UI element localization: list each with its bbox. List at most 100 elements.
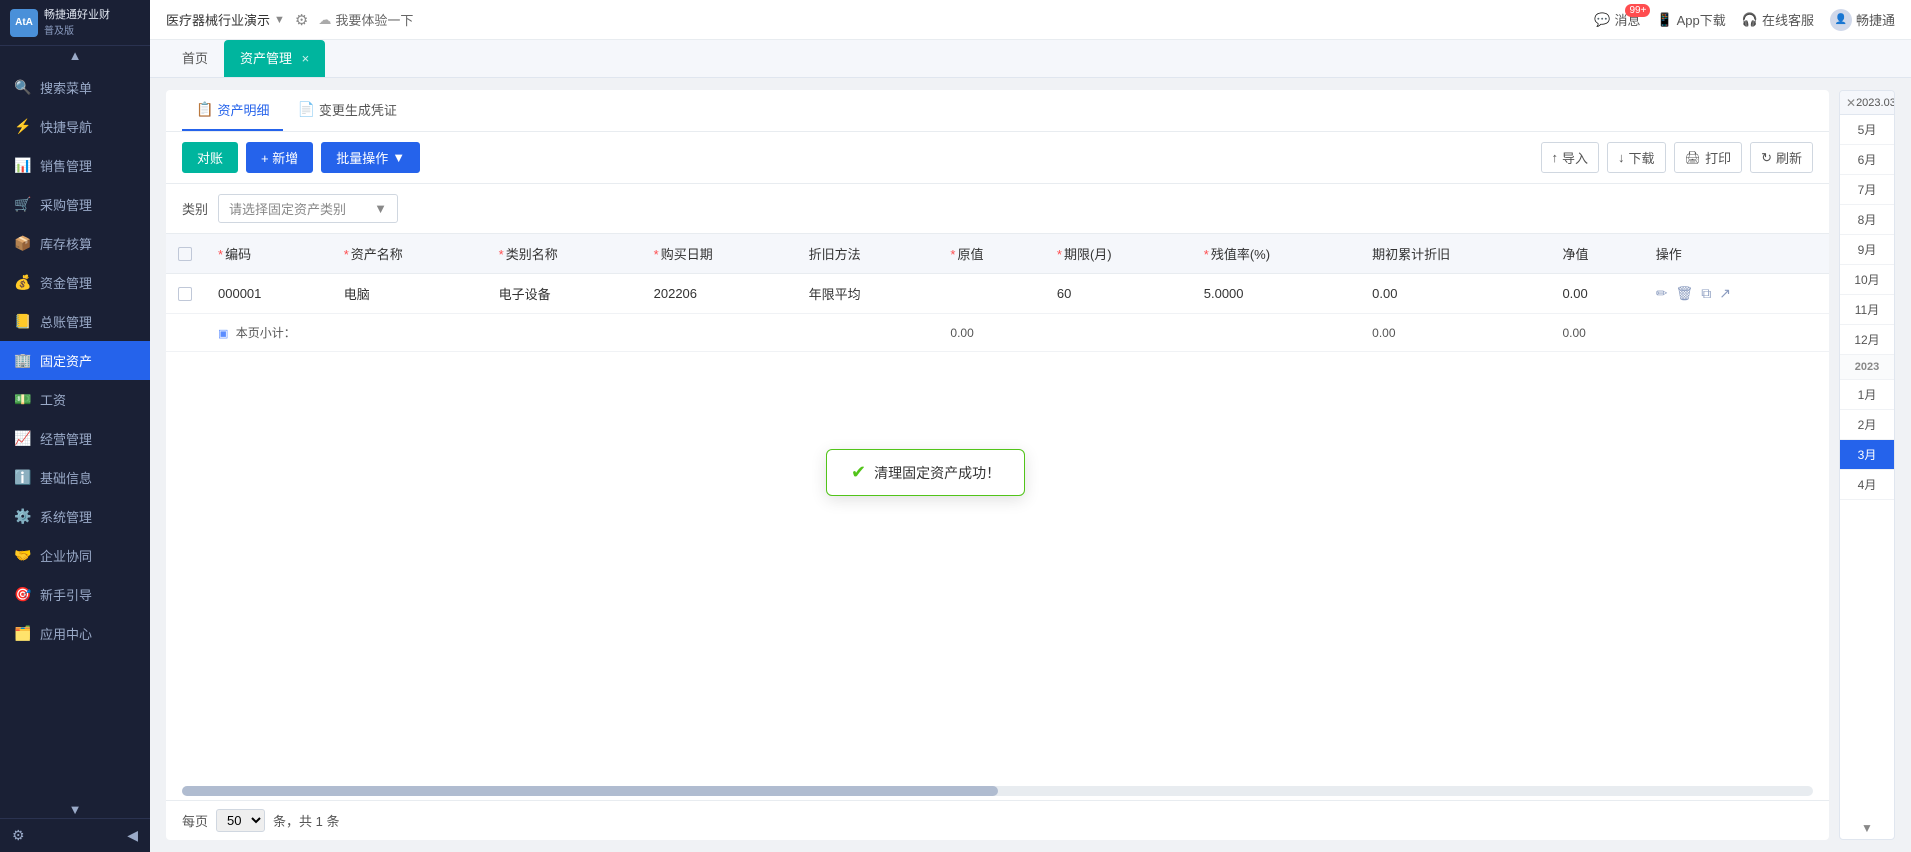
more-icon[interactable]: ↗ bbox=[1719, 285, 1731, 302]
import-button[interactable]: ↑ 导入 bbox=[1541, 142, 1600, 173]
online-service-btn[interactable]: 🎧 在线客服 bbox=[1742, 10, 1814, 29]
col-initial-dep: 期初累计折旧 bbox=[1360, 234, 1550, 274]
sidebar-scroll-up[interactable]: ▲ bbox=[0, 46, 150, 64]
sidebar-label-purchase: 采购管理 bbox=[40, 195, 92, 214]
tab-assets-close[interactable]: × bbox=[302, 51, 310, 66]
cal-item-5月[interactable]: 5月 bbox=[1840, 115, 1894, 145]
cal-item-6月[interactable]: 6月 bbox=[1840, 145, 1894, 175]
sidebar-item-basic-info[interactable]: ℹ️基础信息 bbox=[0, 458, 150, 497]
table-scrollbar-thumb[interactable] bbox=[182, 786, 998, 796]
filter-row: 类别 请选择固定资产类别 ▼ bbox=[166, 184, 1829, 234]
cal-item-3月[interactable]: 3月 bbox=[1840, 440, 1894, 470]
edit-icon[interactable]: ✏ bbox=[1656, 285, 1668, 302]
pagination: 每页 50 条，共 1 条 bbox=[166, 800, 1829, 840]
table-scrollbar[interactable] bbox=[182, 786, 1813, 796]
sub-tab-detail[interactable]: 📋 资产明细 bbox=[182, 90, 283, 131]
sidebar-item-quick-nav[interactable]: ⚡快捷导航 bbox=[0, 107, 150, 146]
sidebar-item-search[interactable]: 🔍搜索菜单 bbox=[0, 68, 150, 107]
sidebar-icon-guide: 🎯 bbox=[14, 586, 32, 603]
table-header-row: *编码 *资产名称 *类别名称 *购买日期 折旧方法 *原值 *期限(月) *残… bbox=[166, 234, 1829, 274]
collapse-icon[interactable]: ◀ bbox=[127, 827, 138, 844]
main-content: 医疗器械行业演示 ▼ ⚙ ☁ 我要体验一下 💬 消息 99+ 📱 App下载 🎧… bbox=[150, 0, 1911, 852]
sidebar-nav: 🔍搜索菜单⚡快捷导航📊销售管理 🛒 采购管理 📦库存核算💰资金管理📒总账管理🏢固定资产… bbox=[0, 64, 150, 800]
category-select[interactable]: 请选择固定资产类别 ▼ bbox=[218, 194, 398, 223]
cal-item-9月[interactable]: 9月 bbox=[1840, 235, 1894, 265]
batch-label: 批量操作 bbox=[336, 148, 388, 167]
sidebar-label-system: 系统管理 bbox=[40, 507, 92, 526]
sidebar-item-inventory[interactable]: 📦库存核算 bbox=[0, 224, 150, 263]
sidebar-item-system[interactable]: ⚙️ 系统管理 bbox=[0, 497, 150, 536]
sidebar-icon-fixed-assets: 🏢 bbox=[14, 352, 32, 369]
cell-buy-date: 202206 bbox=[642, 274, 797, 314]
cell-name: 电脑 bbox=[332, 274, 487, 314]
row-select-checkbox[interactable] bbox=[178, 287, 192, 301]
sidebar-icon-system: ⚙️ bbox=[14, 508, 32, 525]
sidebar-scroll-down[interactable]: ▼ bbox=[0, 800, 150, 818]
sub-tab-voucher[interactable]: 📄 变更生成凭证 bbox=[283, 90, 410, 131]
sidebar-item-payroll[interactable]: 💵工资 bbox=[0, 380, 150, 419]
cal-item-10月[interactable]: 10月 bbox=[1840, 265, 1894, 295]
cell-original-value bbox=[938, 274, 1044, 314]
message-btn[interactable]: 💬 消息 99+ bbox=[1594, 10, 1640, 29]
copy-icon[interactable]: ⧉ bbox=[1701, 285, 1711, 302]
experience-btn[interactable]: ☁ 我要体验一下 bbox=[318, 10, 413, 29]
sidebar-item-ledger[interactable]: 📒总账管理 bbox=[0, 302, 150, 341]
sidebar-item-enterprise[interactable]: 🤝企业协同 bbox=[0, 536, 150, 575]
settings-icon[interactable]: ⚙ bbox=[12, 827, 25, 844]
calendar-nav-down[interactable]: ▼ bbox=[1861, 821, 1873, 835]
calendar-period: 2023.03 bbox=[1856, 97, 1895, 109]
sidebar-label-app-center: 应用中心 bbox=[40, 624, 92, 643]
logo-text-block: 畅捷通好业财 普及版 bbox=[44, 8, 110, 37]
app-download-btn[interactable]: 📱 App下载 bbox=[1656, 10, 1725, 29]
detail-tab-icon: 📋 bbox=[196, 101, 213, 118]
sidebar-item-app-center[interactable]: 🗂️应用中心 bbox=[0, 614, 150, 653]
tab-home[interactable]: 首页 bbox=[166, 40, 224, 77]
user-menu-btn[interactable]: 👤 畅捷通 bbox=[1830, 9, 1895, 31]
cal-item-2月[interactable]: 2月 bbox=[1840, 410, 1894, 440]
refresh-button[interactable]: ↻ 刷新 bbox=[1750, 142, 1813, 173]
refresh-label: 刷新 bbox=[1776, 148, 1802, 167]
company-name: 医疗器械行业演示 bbox=[166, 10, 270, 29]
tab-assets[interactable]: 资产管理 × bbox=[224, 40, 325, 77]
sidebar-item-purchase[interactable]: 🛒 采购管理 bbox=[0, 185, 150, 224]
message-badge: 99+ bbox=[1625, 4, 1650, 17]
cell-period: 60 bbox=[1045, 274, 1192, 314]
cal-item-4月[interactable]: 4月 bbox=[1840, 470, 1894, 500]
sidebar-item-fixed-assets[interactable]: 🏢固定资产 bbox=[0, 341, 150, 380]
sidebar-icon-quick-nav: ⚡ bbox=[14, 118, 32, 135]
cal-item-11月[interactable]: 11月 bbox=[1840, 295, 1894, 325]
select-all-checkbox[interactable] bbox=[178, 247, 192, 261]
sidebar-item-guide[interactable]: 🎯新手引导 bbox=[0, 575, 150, 614]
sidebar-icon-purchase: 🛒 bbox=[14, 196, 32, 213]
download-btn-icon: ↓ bbox=[1618, 150, 1625, 165]
logo-name: 畅捷通好业财 bbox=[44, 8, 110, 22]
calendar-close-btn[interactable]: ✕ bbox=[1846, 96, 1856, 110]
per-page-select[interactable]: 50 bbox=[216, 809, 265, 832]
company-selector[interactable]: 医疗器械行业演示 ▼ bbox=[166, 10, 285, 29]
sidebar-item-funds[interactable]: 💰资金管理 bbox=[0, 263, 150, 302]
sub-tabs: 📋 资产明细 📄 变更生成凭证 bbox=[166, 90, 1829, 132]
sidebar-item-operations[interactable]: 📈经营管理 bbox=[0, 419, 150, 458]
toast-message: 清理固定资产成功！ bbox=[874, 463, 1000, 483]
add-button[interactable]: + 新增 bbox=[246, 142, 313, 173]
reconcile-button[interactable]: 对账 bbox=[182, 142, 238, 173]
import-label: 导入 bbox=[1562, 148, 1588, 167]
toolbar-right: ↑ 导入 ↓ 下载 🖨 打印 ↻ 刷新 bbox=[1541, 142, 1813, 173]
category-select-placeholder: 请选择固定资产类别 bbox=[229, 199, 346, 218]
sidebar-item-sales[interactable]: 📊销售管理 bbox=[0, 146, 150, 185]
download-button[interactable]: ↓ 下载 bbox=[1607, 142, 1666, 173]
calendar-nav: ▼ bbox=[1840, 817, 1894, 839]
cal-item-8月[interactable]: 8月 bbox=[1840, 205, 1894, 235]
print-button[interactable]: 🖨 打印 bbox=[1674, 142, 1743, 173]
sidebar-logo: AtA 畅捷通好业财 普及版 bbox=[0, 0, 150, 46]
header-checkbox-col bbox=[166, 234, 206, 274]
sidebar-label-inventory: 库存核算 bbox=[40, 234, 92, 253]
sidebar-icon-ledger: 📒 bbox=[14, 313, 32, 330]
settings-gear-icon[interactable]: ⚙ bbox=[295, 11, 308, 29]
cal-item-1月[interactable]: 1月 bbox=[1840, 380, 1894, 410]
tab-home-label: 首页 bbox=[182, 51, 208, 66]
cal-item-7月[interactable]: 7月 bbox=[1840, 175, 1894, 205]
delete-icon[interactable]: 🗑 bbox=[1675, 285, 1693, 302]
batch-button[interactable]: 批量操作 ▼ bbox=[321, 142, 420, 173]
cal-item-12月[interactable]: 12月 bbox=[1840, 325, 1894, 355]
